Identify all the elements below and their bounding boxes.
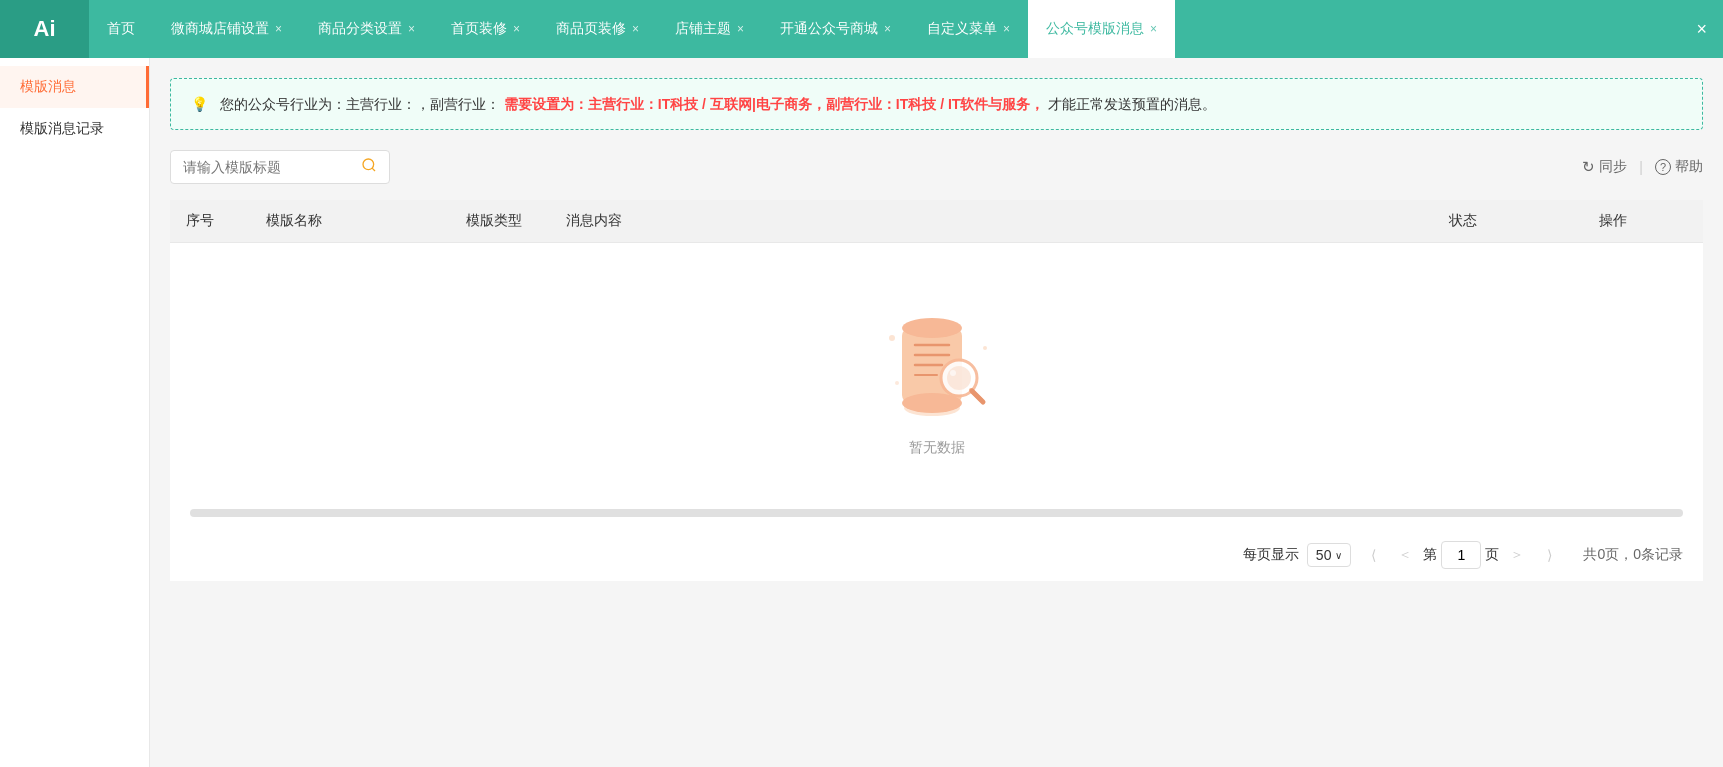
pagination: 每页显示 50 ∨ ⟨ ＜ 第 页 ＞ ⟩ 共0页，0条记录 (170, 529, 1703, 581)
table-header: 序号模版名称模版类型消息内容状态操作 (170, 200, 1703, 243)
sync-button[interactable]: ↻ 同步 (1582, 158, 1627, 176)
sync-label: 同步 (1599, 158, 1627, 176)
nav-tab-home[interactable]: 首页 (89, 0, 153, 58)
svg-point-14 (950, 370, 956, 376)
nav-tab-home-decor[interactable]: 首页装修 × (433, 0, 538, 58)
logo: Ai (0, 0, 89, 58)
tab-close-icon[interactable]: × (1003, 22, 1010, 36)
sidebar-item-template-msg-record[interactable]: 模版消息记录 (0, 108, 149, 150)
svg-point-11 (947, 366, 971, 390)
help-label: 帮助 (1675, 158, 1703, 176)
search-right: ↻ 同步 | ? 帮助 (1582, 158, 1703, 176)
total-info: 共0页，0条记录 (1583, 546, 1683, 564)
svg-point-0 (363, 159, 374, 170)
table-body: 暂无数据 (170, 243, 1703, 498)
nav-tab-product-page-decor[interactable]: 商品页装修 × (538, 0, 657, 58)
tab-label: 首页 (107, 20, 135, 38)
search-bar: ↻ 同步 | ? 帮助 (170, 150, 1703, 184)
scrollbar-row (170, 497, 1703, 529)
help-button[interactable]: ? 帮助 (1655, 158, 1703, 176)
data-table: 序号模版名称模版类型消息内容状态操作 (170, 200, 1703, 497)
last-page-button[interactable]: ⟩ (1535, 541, 1563, 569)
notice-icon: 💡 (191, 96, 208, 112)
empty-illustration (877, 303, 997, 423)
main-layout: 模版消息模版消息记录 💡 您的公众号行业为：主营行业：，副营行业： 需要设置为：… (0, 58, 1723, 767)
nav-tab-product-category[interactable]: 商品分类设置 × (300, 0, 433, 58)
empty-row: 暂无数据 (170, 243, 1703, 498)
first-page-button[interactable]: ⟨ (1359, 541, 1387, 569)
page-input[interactable] (1441, 541, 1481, 569)
search-left (170, 150, 390, 184)
help-icon: ? (1655, 159, 1671, 175)
close-all-button[interactable]: × (1680, 0, 1723, 58)
tab-close-icon[interactable]: × (408, 22, 415, 36)
page-unit: 页 (1485, 546, 1499, 564)
svg-line-1 (372, 168, 375, 171)
sync-icon: ↻ (1582, 158, 1595, 176)
nav-tab-template-msg[interactable]: 公众号模版消息 × (1028, 0, 1175, 58)
nav-tab-open-mall[interactable]: 开通公众号商城 × (762, 0, 909, 58)
nav-tab-custom-menu[interactable]: 自定义菜单 × (909, 0, 1028, 58)
nav-tab-wechat-shop[interactable]: 微商城店铺设置 × (153, 0, 300, 58)
tab-close-icon[interactable]: × (632, 22, 639, 36)
tab-close-icon[interactable]: × (275, 22, 282, 36)
tab-close-icon[interactable]: × (513, 22, 520, 36)
svg-point-17 (895, 381, 899, 385)
per-page-value: 50 (1316, 547, 1332, 563)
tab-label: 首页装修 (451, 20, 507, 38)
col-type: 模版类型 (450, 200, 550, 243)
empty-state: 暂无数据 (170, 243, 1703, 497)
search-input[interactable] (171, 153, 351, 181)
tab-close-icon[interactable]: × (1150, 22, 1157, 36)
prev-page-button[interactable]: ＜ (1391, 541, 1419, 569)
page-nav: ⟨ ＜ 第 页 ＞ ⟩ (1359, 541, 1563, 569)
search-button[interactable] (351, 151, 387, 183)
sidebar-item-template-msg[interactable]: 模版消息 (0, 66, 149, 108)
per-page-dropdown[interactable]: 50 ∨ (1307, 543, 1352, 567)
tab-label: 自定义菜单 (927, 20, 997, 38)
notice-suffix: 才能正常发送预置的消息。 (1048, 96, 1216, 112)
notice-prefix: 您的公众号行业为：主营行业：，副营行业： (220, 96, 500, 112)
top-nav: Ai 首页微商城店铺设置×商品分类设置×首页装修×商品页装修×店铺主题×开通公众… (0, 0, 1723, 58)
sidebar: 模版消息模版消息记录 (0, 58, 150, 767)
tab-label: 商品页装修 (556, 20, 626, 38)
next-page-button[interactable]: ＞ (1503, 541, 1531, 569)
nav-tab-shop-theme[interactable]: 店铺主题 × (657, 0, 762, 58)
chevron-down-icon: ∨ (1335, 550, 1342, 561)
nav-tabs: 首页微商城店铺设置×商品分类设置×首页装修×商品页装修×店铺主题×开通公众号商城… (89, 0, 1680, 58)
page-label: 第 (1423, 546, 1437, 564)
col-content: 消息内容 (550, 200, 1433, 243)
col-action: 操作 (1583, 200, 1703, 243)
table-header-row: 序号模版名称模版类型消息内容状态操作 (170, 200, 1703, 243)
nav-divider: | (1639, 159, 1643, 175)
svg-point-16 (983, 346, 987, 350)
notice-highlight: 需要设置为：主营行业：IT科技 / 互联网|电子商务，副营行业：IT科技 / I… (504, 96, 1045, 112)
empty-text: 暂无数据 (909, 439, 965, 457)
tab-label: 开通公众号商城 (780, 20, 878, 38)
per-page-select: 每页显示 50 ∨ (1243, 543, 1352, 567)
col-name: 模版名称 (250, 200, 450, 243)
col-index: 序号 (170, 200, 250, 243)
content-area: 💡 您的公众号行业为：主营行业：，副营行业： 需要设置为：主营行业：IT科技 /… (150, 58, 1723, 767)
svg-point-4 (902, 318, 962, 338)
search-input-wrap (170, 150, 390, 184)
per-page-label: 每页显示 (1243, 546, 1299, 564)
tab-label: 店铺主题 (675, 20, 731, 38)
tab-close-icon[interactable]: × (737, 22, 744, 36)
svg-point-15 (889, 335, 895, 341)
tab-label: 微商城店铺设置 (171, 20, 269, 38)
col-status: 状态 (1433, 200, 1583, 243)
tab-label: 公众号模版消息 (1046, 20, 1144, 38)
scrollbar-track[interactable] (190, 509, 1683, 517)
tab-label: 商品分类设置 (318, 20, 402, 38)
svg-line-13 (972, 391, 983, 402)
tab-close-icon[interactable]: × (884, 22, 891, 36)
notice-box: 💡 您的公众号行业为：主营行业：，副营行业： 需要设置为：主营行业：IT科技 /… (170, 78, 1703, 130)
